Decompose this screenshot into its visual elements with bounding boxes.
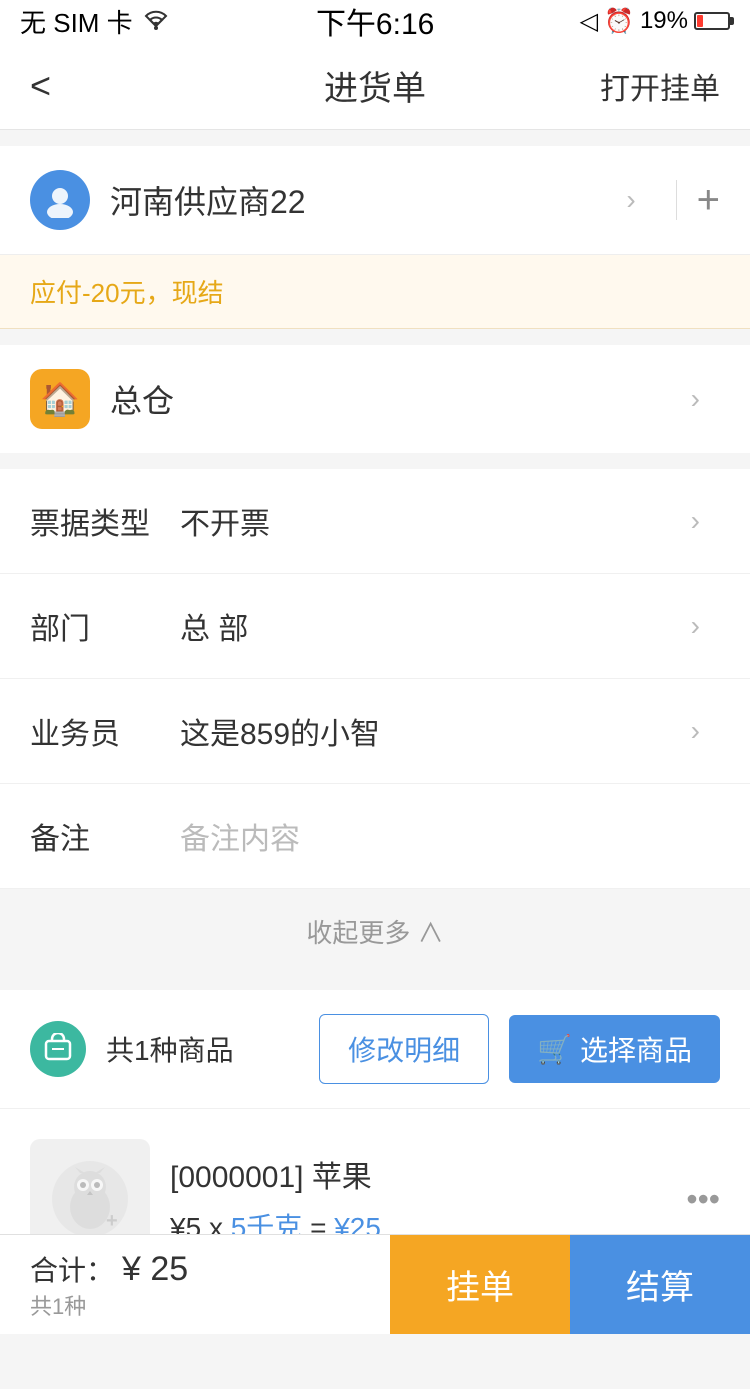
checkout-button[interactable]: 结算 (570, 1235, 750, 1334)
warehouse-row[interactable]: 🏠 总仓 › (0, 345, 750, 453)
warehouse-chevron-icon: › (691, 383, 700, 415)
remark-row[interactable]: 备注 备注内容 (0, 784, 750, 889)
remark-input[interactable]: 备注内容 (170, 814, 720, 858)
collapse-row[interactable]: 收起更多 ∧ (0, 889, 750, 974)
svg-text:+: + (106, 1210, 118, 1232)
select-product-button[interactable]: 🛒 选择商品 (509, 1015, 720, 1083)
back-button[interactable]: < (30, 65, 51, 107)
page-title: 进货单 (324, 61, 426, 110)
divider-2 (0, 329, 750, 345)
warehouse-icon: 🏠 (30, 369, 90, 429)
product-info: [0000001] 苹果 ¥5 x 5千克 = ¥25 (170, 1152, 666, 1246)
salesperson-label: 业务员 (30, 709, 170, 753)
supplier-name: 河南供应商22 (110, 177, 626, 223)
total-amount: ¥ 25 (122, 1250, 188, 1289)
form-section: 票据类型 不开票 › 部门 总 部 › 业务员 这是859的小智 › 备注 备注… (0, 469, 750, 889)
location-icon: ◁ (580, 7, 598, 36)
wifi-icon (141, 6, 171, 37)
select-product-label: 选择商品 (580, 1029, 692, 1069)
invoice-value: 不开票 (170, 499, 691, 543)
invoice-label: 票据类型 (30, 499, 170, 543)
supplier-chevron-icon: › (626, 184, 635, 216)
warehouse-name: 总仓 (110, 376, 691, 422)
hold-label: 挂单 (446, 1260, 514, 1309)
notice-banner: 应付-20元，现结 (0, 255, 750, 329)
supplier-divider (676, 180, 677, 220)
product-name: [0000001] 苹果 (170, 1152, 666, 1196)
product-count: 共1种商品 (106, 1029, 299, 1069)
product-code: [0000001] (170, 1161, 303, 1194)
select-product-icon: 🛒 (537, 1033, 572, 1066)
collapse-label: 收起更多 ∧ (306, 913, 443, 950)
department-label: 部门 (30, 604, 170, 648)
product-title: 苹果 (312, 1161, 372, 1194)
product-header: 共1种商品 修改明细 🛒 选择商品 (0, 990, 750, 1108)
notice-text: 应付-20元，现结 (30, 278, 224, 308)
divider-3 (0, 453, 750, 469)
product-icon (30, 1021, 86, 1077)
supplier-row[interactable]: 河南供应商22 › + (0, 146, 750, 255)
edit-detail-button[interactable]: 修改明细 (319, 1014, 489, 1084)
battery-icon (694, 12, 730, 30)
salesperson-chevron-icon: › (691, 715, 700, 747)
total-label: 合计： (30, 1249, 114, 1289)
department-chevron-icon: › (691, 610, 700, 642)
salesperson-row[interactable]: 业务员 这是859的小智 › (0, 679, 750, 784)
salesperson-value: 这是859的小智 (170, 709, 691, 753)
hold-button[interactable]: 挂单 (390, 1235, 570, 1334)
bottom-bar: 合计： ¥ 25 共1种 挂单 结算 (0, 1234, 750, 1334)
total-section: 合计： ¥ 25 共1种 (0, 1235, 390, 1334)
supplier-section: 河南供应商22 › + 应付-20元，现结 (0, 146, 750, 329)
status-carrier: 无 SIM 卡 (20, 3, 171, 40)
open-hold-button[interactable]: 打开挂单 (600, 64, 720, 108)
carrier-text: 无 SIM 卡 (20, 3, 133, 40)
alarm-icon: ⏰ (604, 7, 634, 36)
total-count: 共1种 (30, 1289, 360, 1321)
warehouse-section: 🏠 总仓 › (0, 345, 750, 453)
add-button[interactable]: + (697, 178, 720, 223)
supplier-avatar (30, 170, 90, 230)
department-value: 总 部 (170, 604, 691, 648)
checkout-label: 结算 (626, 1260, 694, 1309)
nav-bar: < 进货单 打开挂单 (0, 42, 750, 130)
status-icons: ◁ ⏰ 19% (580, 7, 730, 36)
divider-1 (0, 130, 750, 146)
battery-pct: 19% (640, 7, 688, 35)
remark-label: 备注 (30, 814, 170, 858)
invoice-row[interactable]: 票据类型 不开票 › (0, 469, 750, 574)
product-more-button[interactable]: ••• (686, 1181, 720, 1218)
status-time: 下午6:16 (316, 0, 434, 43)
invoice-chevron-icon: › (691, 505, 700, 537)
status-bar: 无 SIM 卡 下午6:16 ◁ ⏰ 19% (0, 0, 750, 42)
department-row[interactable]: 部门 总 部 › (0, 574, 750, 679)
